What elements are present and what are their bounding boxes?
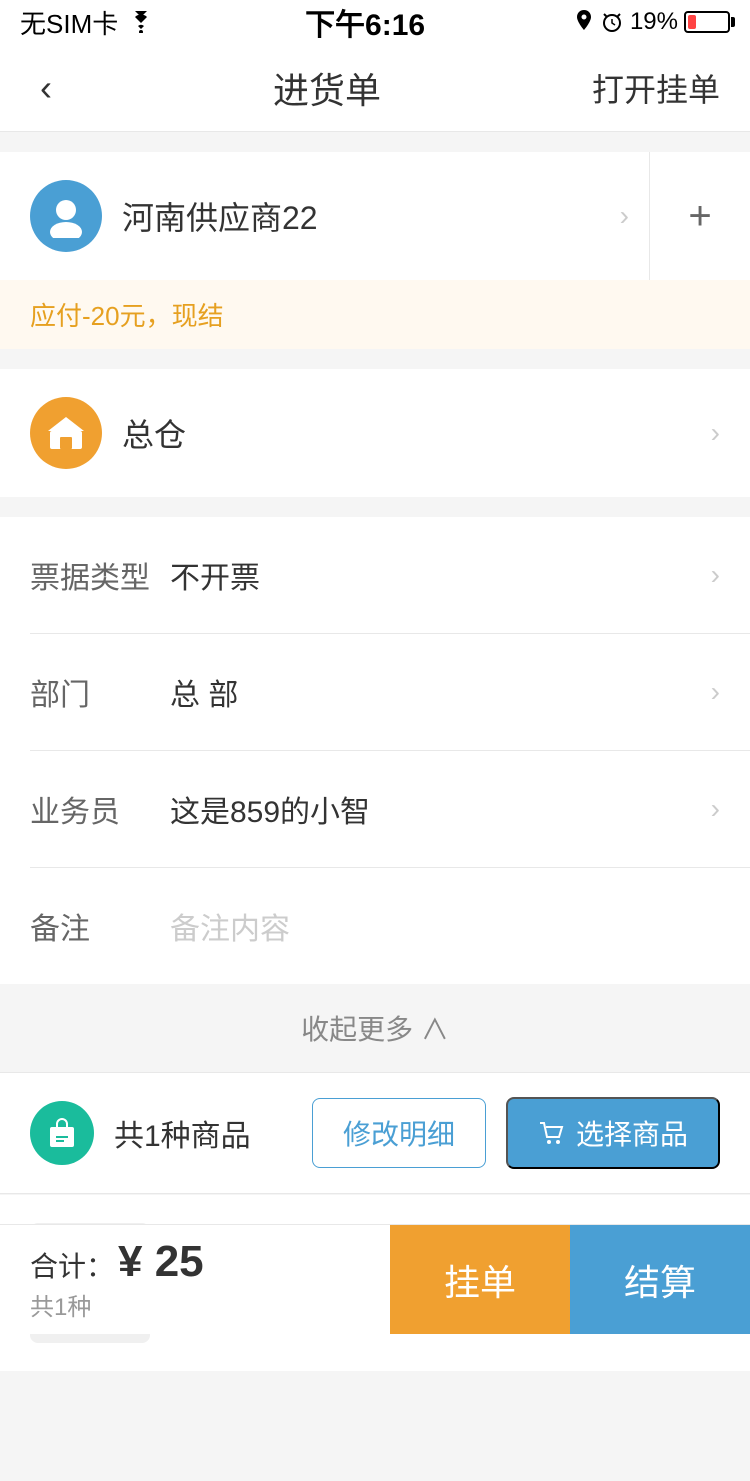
- status-left: 无SIM卡: [20, 4, 156, 41]
- total-sub: 共1种: [30, 1287, 360, 1322]
- hang-button[interactable]: 挂单: [390, 1225, 570, 1334]
- gap-2: [0, 349, 750, 369]
- staff-row[interactable]: 业务员 这是859的小智 ›: [0, 751, 750, 867]
- supplier-selector[interactable]: 河南供应商22 ›: [0, 152, 650, 280]
- checkout-button[interactable]: 结算: [570, 1225, 750, 1334]
- open-hang-button[interactable]: 打开挂单: [592, 65, 720, 111]
- supplier-avatar: [30, 180, 102, 252]
- collapse-label: 收起更多 ∧: [301, 1008, 449, 1048]
- status-right: 19%: [574, 8, 730, 36]
- wifi-icon: [126, 11, 156, 33]
- ticket-type-row[interactable]: 票据类型 不开票 ›: [0, 517, 750, 633]
- products-icon-bg: [30, 1101, 94, 1165]
- divider-5: [0, 1193, 750, 1194]
- gap-1: [0, 132, 750, 152]
- select-product-label: 选择商品: [576, 1113, 688, 1153]
- edit-detail-button[interactable]: 修改明细: [312, 1098, 486, 1168]
- warehouse-section[interactable]: 总仓 ›: [0, 369, 750, 497]
- ticket-type-value: 不开票: [170, 553, 701, 597]
- department-row[interactable]: 部门 总 部 ›: [0, 634, 750, 750]
- department-label: 部门: [30, 670, 170, 714]
- battery-percent: 19%: [630, 8, 678, 36]
- notice-bar: 应付-20元，现结: [0, 280, 750, 349]
- nav-bar: ‹ 进货单 打开挂单: [0, 44, 750, 132]
- back-button[interactable]: ‹: [30, 57, 62, 119]
- remark-placeholder: 备注内容: [170, 904, 720, 948]
- department-value: 总 部: [170, 670, 701, 714]
- gap-3: [0, 497, 750, 517]
- supplier-section: 河南供应商22 › +: [0, 152, 750, 280]
- total-label: 合计：: [30, 1245, 114, 1285]
- status-bar: 无SIM卡 下午6:16 19%: [0, 0, 750, 44]
- remark-label: 备注: [30, 904, 170, 948]
- products-count: 共1种商品: [114, 1111, 292, 1155]
- remark-row[interactable]: 备注 备注内容: [0, 868, 750, 984]
- department-chevron-icon: ›: [711, 676, 720, 708]
- chevron-right-icon: ›: [620, 200, 629, 232]
- warehouse-icon: [46, 413, 86, 453]
- supplier-name: 河南供应商22: [122, 193, 610, 239]
- page-title: 进货单: [273, 62, 381, 114]
- total-amount: ¥ 25: [118, 1237, 204, 1287]
- form-section: 票据类型 不开票 › 部门 总 部 › 业务员 这是859的小智 › 备注 备注…: [0, 517, 750, 984]
- bottom-spacer: [0, 1371, 750, 1481]
- battery-icon: [684, 11, 730, 33]
- shopping-bag-icon: [44, 1115, 80, 1151]
- person-icon: [44, 194, 88, 238]
- ticket-type-chevron-icon: ›: [711, 559, 720, 591]
- ticket-type-label: 票据类型: [30, 553, 170, 597]
- staff-label: 业务员: [30, 787, 170, 831]
- notice-text: 应付-20元，现结: [30, 301, 224, 331]
- select-product-button[interactable]: 选择商品: [506, 1097, 720, 1169]
- carrier-text: 无SIM卡: [20, 4, 118, 41]
- cart-icon: [538, 1121, 566, 1145]
- collapse-button[interactable]: 收起更多 ∧: [0, 984, 750, 1072]
- products-header: 共1种商品 修改明细 选择商品: [0, 1073, 750, 1193]
- warehouse-icon-bg: [30, 397, 102, 469]
- add-supplier-button[interactable]: +: [650, 166, 750, 267]
- staff-value: 这是859的小智: [170, 787, 701, 831]
- location-icon: [574, 10, 594, 34]
- warehouse-name: 总仓: [122, 410, 701, 456]
- bottom-bar: 合计： ¥ 25 共1种 挂单 结算: [0, 1224, 750, 1334]
- total-section: 合计： ¥ 25 共1种: [0, 1225, 390, 1334]
- alarm-icon: [600, 10, 624, 34]
- staff-chevron-icon: ›: [711, 793, 720, 825]
- warehouse-chevron-icon: ›: [711, 417, 720, 449]
- time-display: 下午6:16: [305, 0, 425, 44]
